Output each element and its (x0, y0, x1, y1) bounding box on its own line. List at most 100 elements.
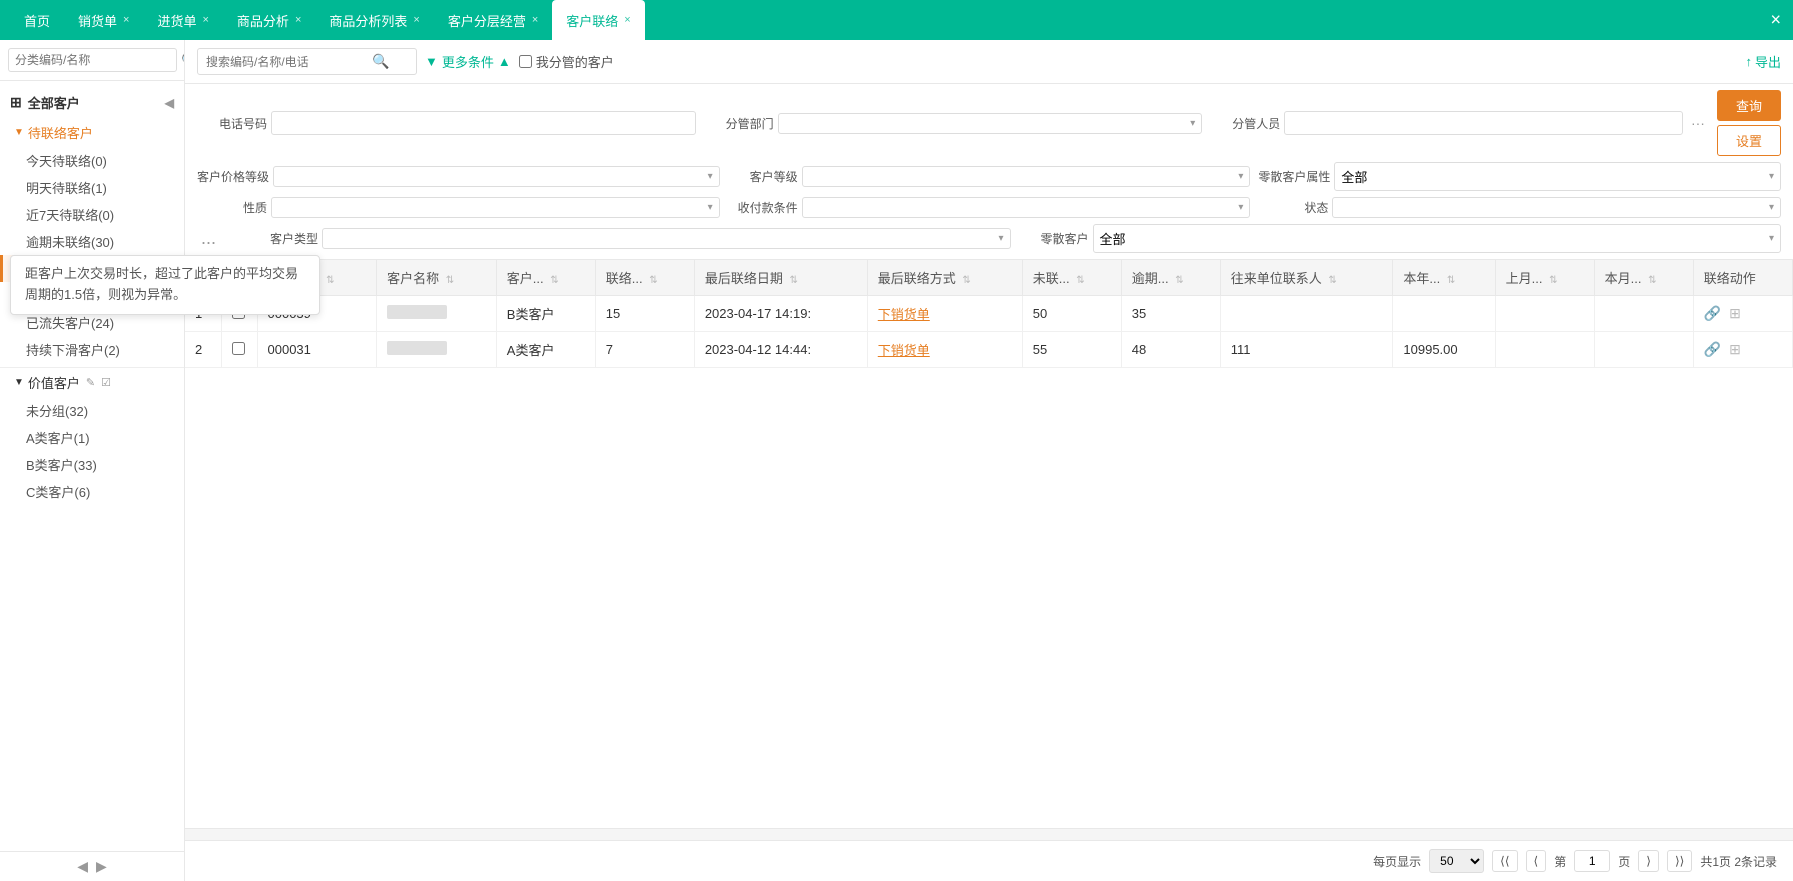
tree-root-all-customers[interactable]: ⊞ 全部客户 ◀ (0, 87, 184, 118)
row2-uncontact: 55 (1022, 332, 1121, 368)
my-customer-checkbox[interactable] (519, 55, 532, 68)
main-layout: 🔍 ⊞ 全部客户 ◀ ▼ 待联络客户 今天待联络(0) 明天待联络(1) 近7天… (0, 40, 1793, 881)
table-horizontal-scrollbar[interactable] (185, 828, 1793, 840)
tree-section-value-customer[interactable]: ▼ 价值客户 ✎ ☑ (0, 367, 184, 397)
col-last-contact-date[interactable]: 最后联络日期 ⇅ (694, 260, 867, 296)
col-contact-person[interactable]: 往来单位联系人 ⇅ (1220, 260, 1393, 296)
col-this-year[interactable]: 本年... ⇅ (1393, 260, 1495, 296)
col-last-month[interactable]: 上月... ⇅ (1495, 260, 1594, 296)
row2-checkbox-cell[interactable] (221, 332, 257, 368)
window-close[interactable]: × (1770, 10, 1781, 31)
scattered-select[interactable]: 全部 ▾ (1093, 224, 1782, 253)
sidebar-item-class-a[interactable]: A类客户(1) (0, 424, 184, 451)
nav-purchase[interactable]: 进货单 × (143, 0, 222, 40)
sidebar-item-7days[interactable]: 近7天待联络(0) (0, 201, 184, 228)
edit-icon[interactable]: ✎ (86, 376, 95, 389)
row2-grid-icon[interactable]: ⊞ (1729, 341, 1741, 358)
row1-link-icon[interactable]: 🔗 (1704, 305, 1721, 322)
filter-icon: ▼ (425, 54, 438, 69)
nav-sale-close[interactable]: × (123, 14, 129, 26)
last-page-btn[interactable]: ⟩⟩ (1667, 850, 1692, 872)
dept-select[interactable]: ▾ (778, 113, 1203, 134)
person-more-btn[interactable]: ··· (1687, 115, 1709, 131)
nav-product-analysis-list[interactable]: 商品分析列表 × (315, 0, 433, 40)
cust-level-select[interactable]: ▾ (802, 166, 1251, 187)
sidebar-search-input[interactable] (8, 48, 177, 72)
pagination-bar: 每页显示 50 100 200 ⟨⟨ ⟨ 第 页 ⟩ ⟩⟩ 共1页 2条记录 (185, 840, 1793, 881)
export-btn[interactable]: ↑ 导出 (1745, 52, 1781, 71)
row1-grid-icon[interactable]: ⊞ (1729, 305, 1741, 322)
tree-section-pending-contact[interactable]: ▼ 待联络客户 (0, 118, 184, 147)
row1-last-way[interactable]: 下销货单 (867, 296, 1022, 332)
row2-checkbox[interactable] (232, 342, 245, 355)
nav-home[interactable]: 首页 (10, 0, 64, 40)
set-button[interactable]: 设置 (1717, 125, 1781, 156)
sort-icon-type: ⇅ (550, 275, 558, 286)
sidebar-prev-btn[interactable]: ◀ (77, 858, 88, 875)
person-input[interactable] (1284, 111, 1683, 135)
col-contact-count[interactable]: 联络... ⇅ (595, 260, 694, 296)
page-input[interactable] (1574, 850, 1610, 872)
nav-product-analysis-close[interactable]: × (295, 14, 301, 26)
col-this-month[interactable]: 本月... ⇅ (1594, 260, 1693, 296)
sidebar-item-class-c[interactable]: C类客户(6) (0, 478, 184, 505)
payment-arrow: ▾ (1238, 202, 1243, 213)
row2-contact-person: 111 (1220, 332, 1393, 368)
phone-input[interactable] (271, 111, 696, 135)
sidebar-tree: ⊞ 全部客户 ◀ ▼ 待联络客户 今天待联络(0) 明天待联络(1) 近7天待联… (0, 81, 184, 851)
collapse-sidebar-btn[interactable]: ◀ (165, 96, 174, 110)
tooltip-popup: 距客户上次交易时长，超过了此客户的平均交易周期的1.5倍，则视为异常。 (10, 255, 320, 315)
per-page-select[interactable]: 50 100 200 (1429, 849, 1484, 873)
row1-action-group: 🔗 ⊞ (1704, 305, 1782, 322)
row2-cust-type: A类客户 (496, 332, 595, 368)
sidebar-item-class-b[interactable]: B类客户(33) (0, 451, 184, 478)
nav-purchase-close[interactable]: × (202, 14, 208, 26)
price-level-select[interactable]: ▾ (273, 166, 720, 187)
ext-filter-row-2: 客户价格等级 ▾ 客户等级 ▾ 零散客户属性 全部 (197, 162, 1781, 191)
page-unit: 页 (1618, 853, 1630, 870)
nature-select[interactable]: ▾ (271, 197, 720, 218)
row1-name-blur (387, 305, 447, 319)
scattered-attr-select[interactable]: 全部 ▾ (1334, 162, 1781, 191)
check-icon[interactable]: ☑ (101, 376, 111, 389)
row1-this-year (1393, 296, 1495, 332)
payment-select[interactable]: ▾ (802, 197, 1251, 218)
row1-cust-type: B类客户 (496, 296, 595, 332)
sidebar-item-overdue[interactable]: 逾期未联络(30) (0, 228, 184, 255)
nav-customer-contact[interactable]: 客户联络 × (552, 0, 644, 40)
sidebar-item-today[interactable]: 今天待联络(0) (0, 147, 184, 174)
col-overdue[interactable]: 逾期... ⇅ (1121, 260, 1220, 296)
nav-customer-tier-close[interactable]: × (532, 14, 538, 26)
col-last-contact-way[interactable]: 最后联络方式 ⇅ (867, 260, 1022, 296)
row2-name (377, 332, 497, 368)
col-name[interactable]: 客户名称 ⇅ (377, 260, 497, 296)
row4-more-btn[interactable]: ... (197, 228, 220, 249)
nav-sale[interactable]: 销货单 × (64, 0, 143, 40)
sidebar-item-ungroup[interactable]: 未分组(32) (0, 397, 184, 424)
status-select[interactable]: ▾ (1332, 197, 1781, 218)
filter-field-phone: 电话号码 (197, 111, 696, 135)
row1-last-date: 2023-04-17 14:19: (694, 296, 867, 332)
row2-actions: 🔗 ⊞ (1693, 332, 1792, 368)
row2-last-way[interactable]: 下销货单 (867, 332, 1022, 368)
nav-customer-contact-close[interactable]: × (624, 14, 630, 26)
more-conditions-btn[interactable]: ▼ 更多条件 ▲ (425, 52, 511, 71)
cust-type-select[interactable]: ▾ (322, 228, 1011, 249)
query-button[interactable]: 查询 (1717, 90, 1781, 121)
nav-product-analysis-list-close[interactable]: × (413, 14, 419, 26)
search-input[interactable] (206, 55, 366, 69)
search-btn-icon[interactable]: 🔍 (372, 53, 389, 70)
next-page-btn[interactable]: ⟩ (1638, 850, 1659, 872)
prev-page-btn[interactable]: ⟨ (1526, 850, 1547, 872)
sidebar-item-tomorrow[interactable]: 明天待联络(1) (0, 174, 184, 201)
nav-product-analysis[interactable]: 商品分析 × (223, 0, 315, 40)
sidebar-next-btn[interactable]: ▶ (96, 858, 107, 875)
first-page-btn[interactable]: ⟨⟨ (1492, 850, 1517, 872)
col-cust-type[interactable]: 客户... ⇅ (496, 260, 595, 296)
col-uncontact[interactable]: 未联... ⇅ (1022, 260, 1121, 296)
sidebar-item-declining[interactable]: 持续下滑客户(2) (0, 336, 184, 363)
extended-filter: 电话号码 分管部门 ▾ 分管人员 ··· 查询 设置 (185, 84, 1793, 260)
row2-link-icon[interactable]: 🔗 (1704, 341, 1721, 358)
nav-customer-tier[interactable]: 客户分层经营 × (434, 0, 552, 40)
sort-icon-uncontact: ⇅ (1076, 275, 1084, 286)
